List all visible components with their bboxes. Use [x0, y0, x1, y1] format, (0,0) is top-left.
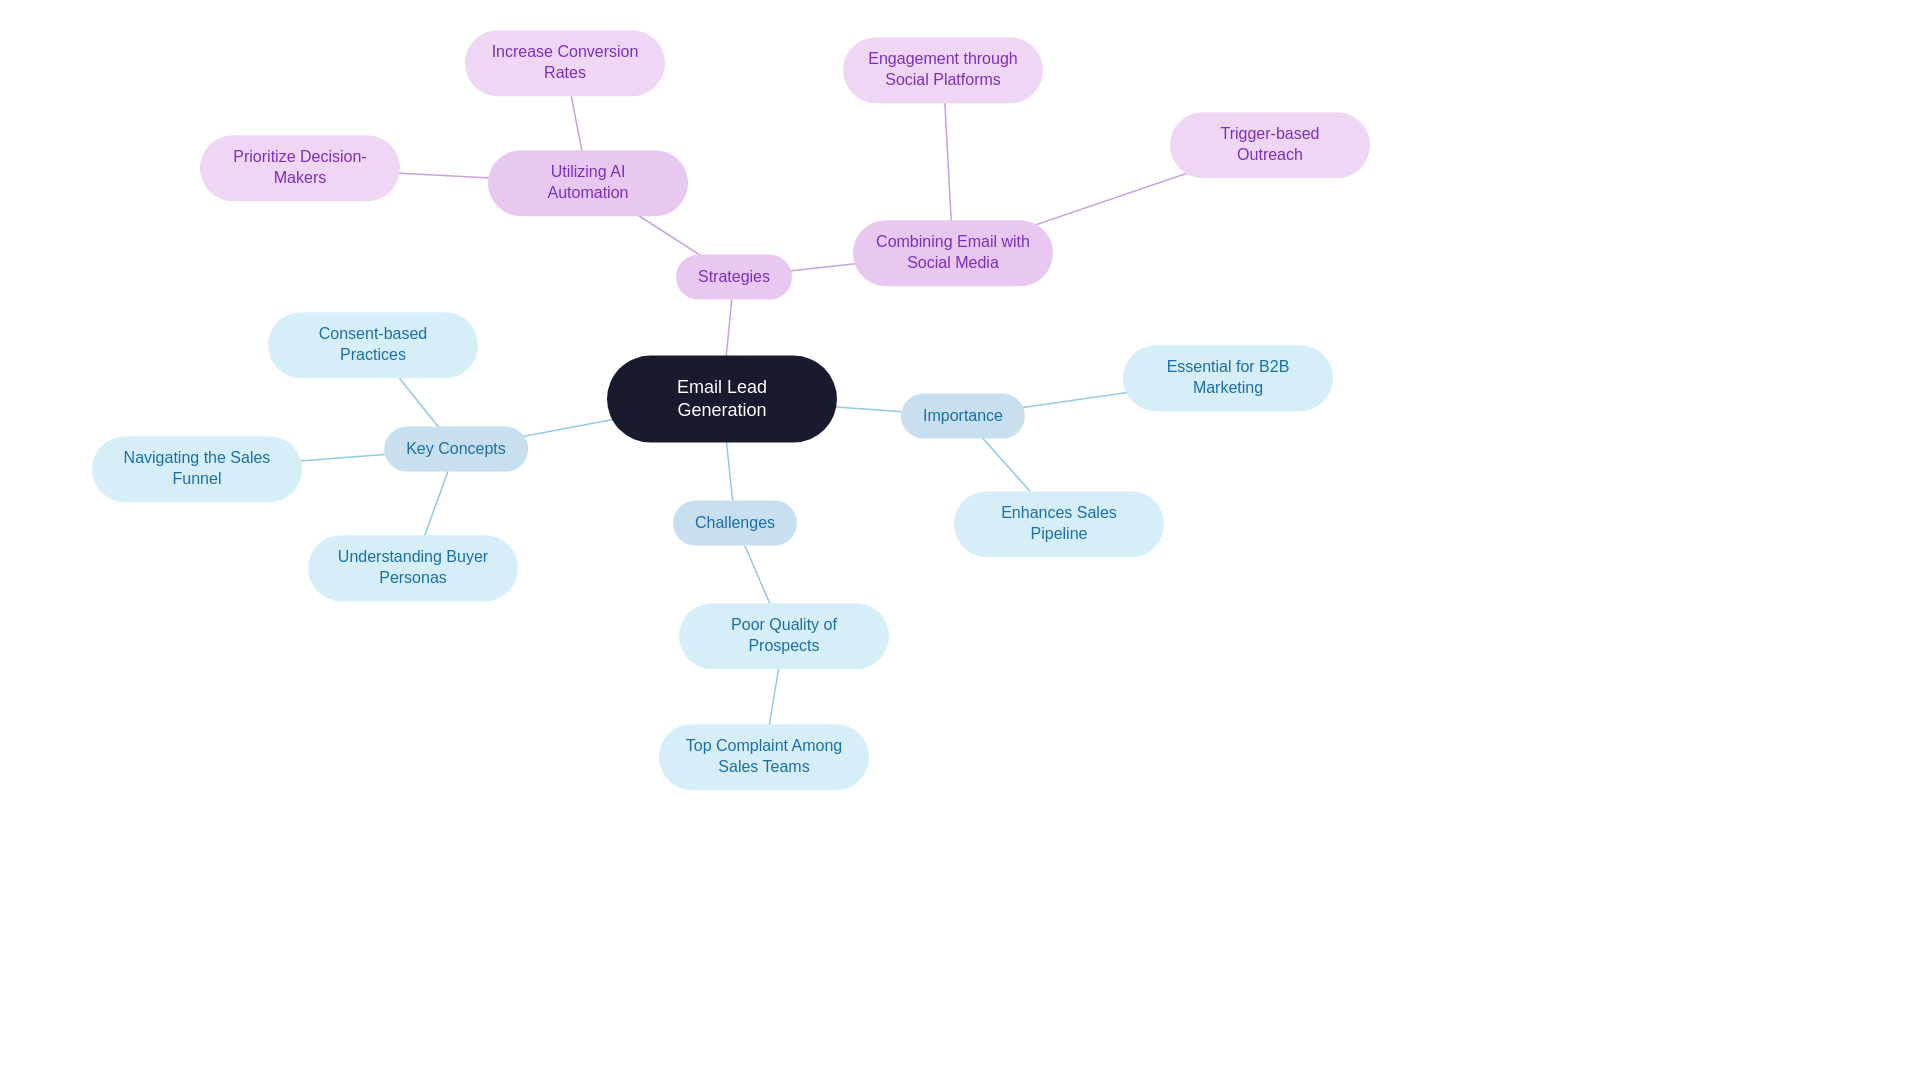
node-engagement-social: Engagement through Social Platforms — [843, 37, 1043, 103]
node-enhances-pipeline: Enhances Sales Pipeline — [954, 491, 1164, 557]
node-trigger-based: Trigger-based Outreach — [1170, 112, 1370, 178]
node-navigating-funnel: Navigating the Sales Funnel — [92, 436, 302, 502]
node-strategies: Strategies — [676, 255, 792, 300]
node-poor-quality: Poor Quality of Prospects — [679, 603, 889, 669]
node-top-complaint: Top Complaint Among Sales Teams — [659, 724, 869, 790]
node-consent-based: Consent-based Practices — [268, 312, 478, 378]
node-combining-email: Combining Email with Social Media — [853, 220, 1053, 286]
node-key-concepts: Key Concepts — [384, 427, 528, 472]
node-challenges: Challenges — [673, 501, 797, 546]
node-increase-conversion: Increase Conversion Rates — [465, 30, 665, 96]
node-email-lead-gen: Email Lead Generation — [607, 356, 837, 443]
node-understanding-buyer: Understanding Buyer Personas — [308, 535, 518, 601]
node-importance: Importance — [901, 394, 1025, 439]
node-utilizing-ai: Utilizing AI Automation — [488, 150, 688, 216]
node-prioritize-decision: Prioritize Decision-Makers — [200, 135, 400, 201]
node-essential-b2b: Essential for B2B Marketing — [1123, 345, 1333, 411]
